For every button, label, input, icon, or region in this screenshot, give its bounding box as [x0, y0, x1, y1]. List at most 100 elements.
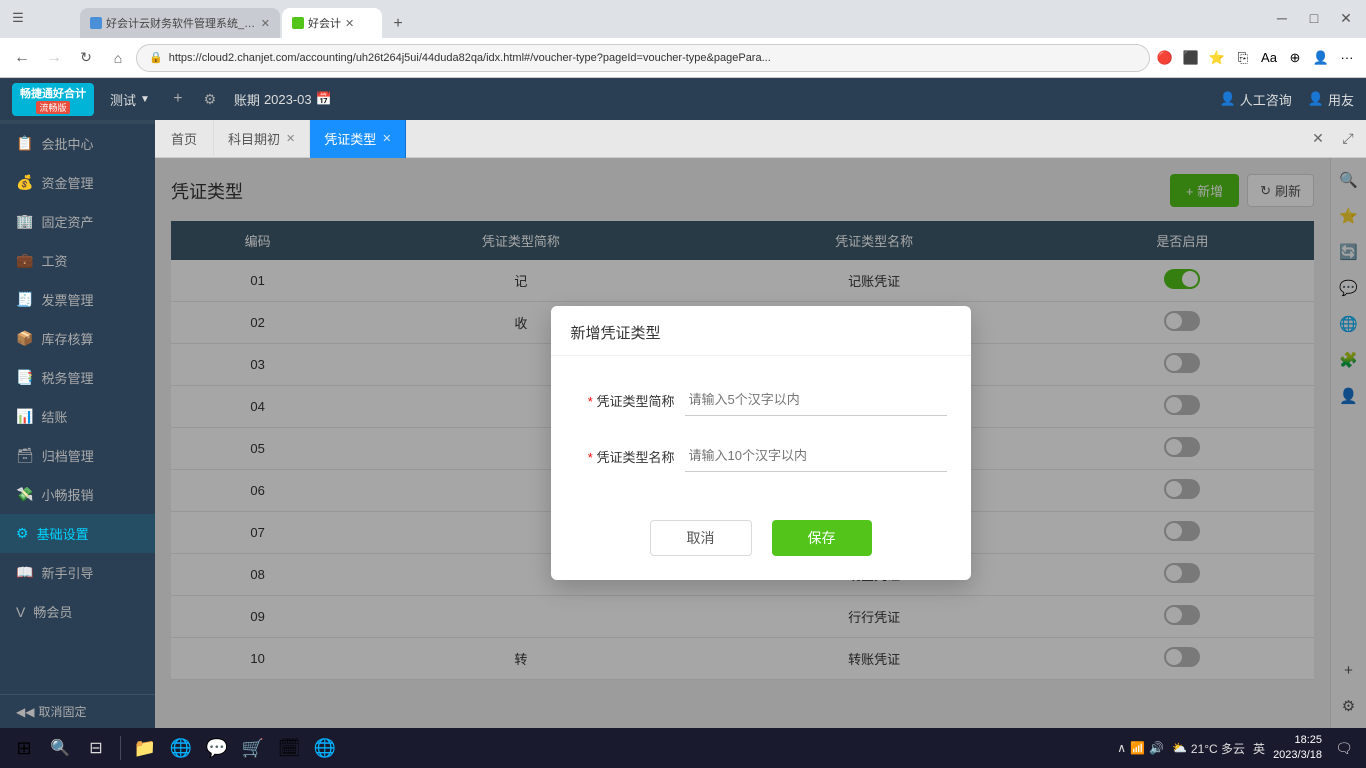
tab-collapse-button[interactable]: ✕: [1304, 125, 1332, 153]
consult-icon: 👤: [1220, 91, 1236, 107]
browser-tab-inactive[interactable]: 好会计云财务软件管理系统_会计 ✕: [80, 8, 280, 38]
tab2-favicon: [292, 17, 304, 29]
language-indicator[interactable]: 英: [1253, 740, 1265, 757]
ext-icon-4[interactable]: ⎘: [1232, 47, 1254, 69]
sidebar-item-member[interactable]: V 畅会员: [0, 592, 155, 631]
sidebar-item-guide[interactable]: 📖 新手引导: [0, 553, 155, 592]
abbr-input[interactable]: [685, 384, 947, 416]
inventory-icon: 📦: [16, 330, 33, 347]
modal-overlay: 新增凭证类型 * 凭证类型简称: [155, 158, 1366, 728]
sidebar-item-payroll[interactable]: 💼 工资: [0, 241, 155, 280]
cancel-button[interactable]: 取消: [650, 520, 752, 556]
forward-button[interactable]: →: [40, 44, 68, 72]
home-button[interactable]: ⌂: [104, 44, 132, 72]
sidebar-item-settings[interactable]: ⚙ 基础设置: [0, 514, 155, 553]
sidebar-item-dashboard[interactable]: 📋 会批中心: [0, 124, 155, 163]
modal-title: 新增凭证类型: [571, 322, 951, 343]
expense-icon: 💸: [16, 486, 33, 503]
user-button[interactable]: 👤 用友: [1308, 90, 1354, 109]
notification-button[interactable]: 🗨: [1330, 734, 1358, 762]
task-view-button[interactable]: ⊟: [80, 732, 112, 764]
cancel-fixed-label: 取消固定: [38, 703, 86, 720]
fixed-assets-icon: 🏢: [16, 213, 33, 230]
dashboard-icon: 📋: [16, 135, 33, 152]
close-button[interactable]: ✕: [1334, 6, 1358, 30]
reload-button[interactable]: ↻: [72, 44, 100, 72]
sidebar-item-archive[interactable]: 🗃 归档管理: [0, 436, 155, 475]
sidebar-item-inventory[interactable]: 📦 库存核算: [0, 319, 155, 358]
taskbar-store[interactable]: 🛒: [237, 732, 269, 764]
calendar-icon[interactable]: 📅: [316, 91, 332, 107]
consult-label: 人工咨询: [1240, 90, 1292, 109]
modal-dialog: 新增凭证类型 * 凭证类型简称: [551, 306, 971, 580]
tab-home-label: 首页: [171, 129, 197, 148]
browser-tab-active[interactable]: 好会计 ✕: [282, 8, 382, 38]
cancel-fixed-button[interactable]: ◀◀ 取消固定: [0, 694, 155, 728]
sidebar-item-tax[interactable]: 📑 税务管理: [0, 358, 155, 397]
sidebar-item-fixed-assets[interactable]: 🏢 固定资产: [0, 202, 155, 241]
maximize-button[interactable]: □: [1302, 6, 1326, 30]
company-dropdown-icon: ▼: [140, 94, 150, 105]
tab1-favicon: [90, 17, 102, 29]
invoices-label: 发票管理: [41, 290, 93, 309]
payroll-label: 工资: [41, 251, 67, 270]
name-label: * 凭证类型名称: [575, 447, 675, 466]
logo-sub-text: 流畅版: [36, 101, 69, 114]
tab-subject-close[interactable]: ✕: [286, 132, 295, 145]
tax-label: 税务管理: [41, 368, 93, 387]
ext-icon-3[interactable]: ⭐: [1206, 47, 1228, 69]
taskbar-edge[interactable]: 🌐: [309, 732, 341, 764]
consult-button[interactable]: 👤 人工咨询: [1220, 90, 1292, 109]
back-button[interactable]: ←: [8, 44, 36, 72]
ext-icon-6[interactable]: ⊕: [1284, 47, 1306, 69]
sidebar-item-expense[interactable]: 💸 小畅报销: [0, 475, 155, 514]
taskbar-file-explorer[interactable]: 📁: [129, 732, 161, 764]
more-button[interactable]: ···: [1336, 47, 1358, 69]
taskbar: ⊞ 🔍 ⊟ 📁 🌐 💬 🛒 🗓 🌐 ∧ 📶 🔊 ⛅ 21°C 多云 英 18:2…: [0, 728, 1366, 768]
address-input-wrapper[interactable]: 🔒 https://cloud2.chanjet.com/accounting/…: [136, 44, 1150, 72]
new-tab-button[interactable]: +: [384, 10, 412, 38]
ext-icon-7[interactable]: 👤: [1310, 47, 1332, 69]
settlement-icon: 📊: [16, 408, 33, 425]
ext-icon-2[interactable]: ⬛: [1180, 47, 1202, 69]
taskbar-photos[interactable]: 🗓: [273, 732, 305, 764]
period-info: 账期 2023-03 📅: [234, 90, 332, 109]
taskbar-wechat[interactable]: 💬: [201, 732, 233, 764]
system-tray[interactable]: ∧ 📶 🔊: [1117, 741, 1164, 755]
tab-expand-button[interactable]: ⤢: [1334, 125, 1362, 153]
time-date[interactable]: 18:25 2023/3/18: [1273, 733, 1322, 764]
tab-subject-label: 科目期初: [228, 129, 280, 148]
funds-label: 资金管理: [41, 173, 93, 192]
tab1-label: 好会计云财务软件管理系统_会计: [106, 15, 257, 31]
content-tab-bar: 首页 科目期初 ✕ 凭证类型 ✕ ✕ ⤢: [155, 120, 1366, 158]
ext-icon-5[interactable]: Aa: [1258, 47, 1280, 69]
archive-icon: 🗃: [16, 447, 34, 464]
minimize-button[interactable]: ─: [1270, 6, 1294, 30]
sidebar-icon[interactable]: ☰: [8, 8, 28, 28]
page-area: 凭证类型 + 新增 ↻ 刷新: [155, 158, 1366, 728]
sidebar-item-invoices[interactable]: 🧾 发票管理: [0, 280, 155, 319]
company-selector[interactable]: 测试 ▼: [102, 86, 158, 113]
sidebar-item-settlement[interactable]: 📊 结账: [0, 397, 155, 436]
cancel-fixed-icon: ◀◀: [16, 705, 34, 719]
ext-icon-1[interactable]: 🔴: [1154, 47, 1176, 69]
tab-voucher-label: 凭证类型: [324, 129, 376, 148]
tab2-close[interactable]: ✕: [345, 17, 354, 30]
tab-voucher-close[interactable]: ✕: [382, 132, 391, 145]
search-taskbar-button[interactable]: 🔍: [44, 732, 76, 764]
tab-voucher-type[interactable]: 凭证类型 ✕: [310, 120, 406, 158]
logo-main-text: 畅捷通好合计: [20, 85, 86, 101]
settings-button[interactable]: ⚙: [198, 87, 222, 111]
sidebar: 📋 会批中心 💰 资金管理 🏢 固定资产 💼 工资 🧾 发票管理: [0, 120, 155, 728]
name-input[interactable]: [685, 440, 947, 472]
window-controls: ─ □ ✕: [1270, 6, 1358, 30]
taskbar-chrome[interactable]: 🌐: [165, 732, 197, 764]
tab-home[interactable]: 首页: [155, 120, 214, 158]
start-button[interactable]: ⊞: [8, 732, 40, 764]
tab1-close[interactable]: ✕: [261, 17, 270, 30]
sidebar-item-funds[interactable]: 💰 资金管理: [0, 163, 155, 202]
tax-icon: 📑: [16, 369, 33, 386]
add-company-button[interactable]: +: [166, 87, 190, 111]
save-button[interactable]: 保存: [772, 520, 872, 556]
tab-subject-period[interactable]: 科目期初 ✕: [214, 120, 310, 158]
